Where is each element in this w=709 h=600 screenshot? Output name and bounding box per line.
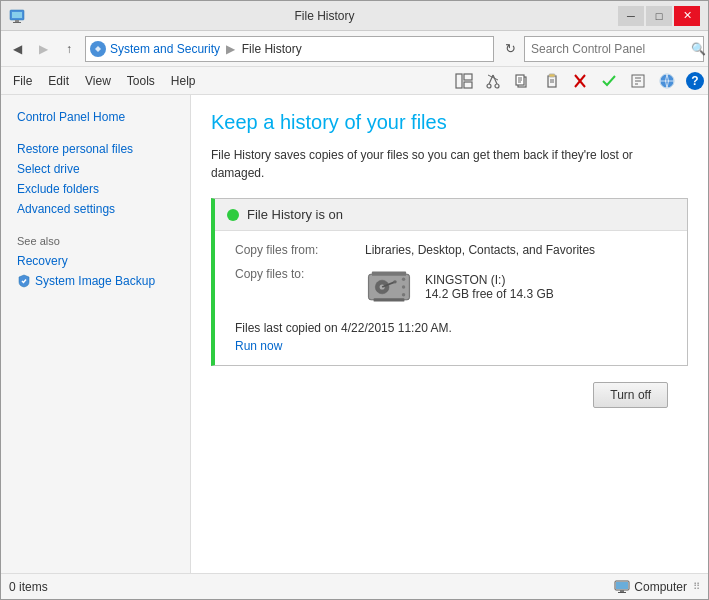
app-icon — [9, 8, 25, 24]
status-right: Computer ⠿ — [614, 580, 700, 594]
toolbar-delete-button[interactable] — [566, 69, 594, 93]
forward-button[interactable]: ▶ — [31, 37, 55, 61]
toolbar-internet-button[interactable] — [653, 69, 681, 93]
svg-point-40 — [402, 285, 405, 288]
breadcrumb-system-security[interactable]: System and Security — [110, 42, 220, 56]
svg-rect-38 — [374, 298, 405, 301]
status-header: File History is on — [215, 199, 687, 231]
drive-space: 14.2 GB free of 14.3 GB — [425, 287, 554, 301]
back-button[interactable]: ◀ — [5, 37, 29, 61]
action-area: Turn off — [211, 382, 688, 424]
up-button[interactable]: ↑ — [57, 37, 81, 61]
content-area: Control Panel Home Restore personal file… — [1, 95, 708, 573]
drive-name: KINGSTON (I:) — [425, 273, 554, 287]
svg-rect-6 — [464, 74, 472, 80]
copy-from-label: Copy files from: — [235, 243, 365, 257]
svg-rect-44 — [620, 590, 624, 592]
status-body: Copy files from: Libraries, Desktop, Con… — [215, 231, 687, 365]
window-title: File History — [31, 9, 618, 23]
sidebar-item-system-image-backup[interactable]: System Image Backup — [1, 271, 190, 291]
main-content: Keep a history of your files File Histor… — [191, 95, 708, 573]
menu-file[interactable]: File — [5, 70, 40, 92]
menu-view[interactable]: View — [77, 70, 119, 92]
last-copied-text: Files last copied on 4/22/2015 11:20 AM. — [235, 321, 667, 335]
menu-edit[interactable]: Edit — [40, 70, 77, 92]
svg-point-39 — [402, 278, 405, 281]
hard-drive-icon — [365, 267, 413, 307]
see-also-label: See also — [1, 219, 190, 251]
svg-rect-5 — [456, 74, 462, 88]
address-icon — [90, 41, 106, 57]
resize-handle: ⠿ — [693, 581, 700, 592]
svg-rect-7 — [464, 82, 472, 88]
svg-rect-19 — [549, 74, 555, 77]
toolbar-paste-button[interactable] — [537, 69, 565, 93]
toolbar-properties-button[interactable] — [624, 69, 652, 93]
svg-rect-43 — [616, 582, 628, 589]
svg-point-41 — [402, 293, 405, 296]
computer-text: Computer — [634, 580, 687, 594]
run-now-link[interactable]: Run now — [235, 339, 282, 353]
system-image-backup-label: System Image Backup — [35, 274, 155, 288]
search-input[interactable] — [525, 42, 687, 56]
svg-rect-1 — [12, 12, 22, 18]
menu-bar: File Edit View Tools Help — [1, 67, 708, 95]
copy-to-label: Copy files to: — [235, 267, 365, 307]
status-bar: 0 items Computer ⠿ — [1, 573, 708, 599]
svg-rect-2 — [15, 20, 19, 22]
menu-help[interactable]: Help — [163, 70, 204, 92]
status-box: File History is on Copy files from: Libr… — [211, 198, 688, 366]
toolbar-cut-button[interactable] — [479, 69, 507, 93]
shield-icon — [17, 274, 31, 288]
sidebar-item-exclude-folders[interactable]: Exclude folders — [1, 179, 190, 199]
drive-icon — [365, 267, 413, 307]
page-title: Keep a history of your files — [211, 111, 688, 134]
drive-details: KINGSTON (I:) 14.2 GB free of 14.3 GB — [425, 273, 554, 301]
last-copied-section: Files last copied on 4/22/2015 11:20 AM.… — [235, 317, 667, 353]
turn-off-button[interactable]: Turn off — [593, 382, 668, 408]
breadcrumb-current: File History — [242, 42, 302, 56]
item-count: 0 items — [9, 580, 614, 594]
svg-rect-45 — [618, 592, 626, 593]
computer-icon — [614, 580, 630, 594]
window-controls: ─ □ ✕ — [618, 6, 700, 26]
copy-from-row: Copy files from: Libraries, Desktop, Con… — [235, 243, 667, 257]
close-button[interactable]: ✕ — [674, 6, 700, 26]
breadcrumb: System and Security ▶ File History — [110, 42, 302, 56]
copy-to-row: Copy files to: — [235, 267, 667, 307]
toolbar-checkmark-button[interactable] — [595, 69, 623, 93]
toolbar-layout-button[interactable] — [450, 69, 478, 93]
status-text: File History is on — [247, 207, 343, 222]
sidebar-item-select-drive[interactable]: Select drive — [1, 159, 190, 179]
minimize-button[interactable]: ─ — [618, 6, 644, 26]
sidebar-item-recovery[interactable]: Recovery — [1, 251, 190, 271]
toolbar-copy-button[interactable] — [508, 69, 536, 93]
svg-rect-33 — [372, 272, 406, 276]
address-bar[interactable]: System and Security ▶ File History — [85, 36, 494, 62]
copy-from-value: Libraries, Desktop, Contacts, and Favori… — [365, 243, 595, 257]
sidebar: Control Panel Home Restore personal file… — [1, 95, 191, 573]
svg-point-8 — [487, 84, 491, 88]
help-button[interactable]: ? — [686, 72, 704, 90]
description: File History saves copies of your files … — [211, 146, 688, 182]
drive-info: KINGSTON (I:) 14.2 GB free of 14.3 GB — [365, 267, 554, 307]
svg-point-9 — [495, 84, 499, 88]
sidebar-item-restore-personal-files[interactable]: Restore personal files — [1, 139, 190, 159]
sidebar-item-control-panel-home[interactable]: Control Panel Home — [1, 107, 190, 127]
sidebar-item-advanced-settings[interactable]: Advanced settings — [1, 199, 190, 219]
status-indicator — [227, 209, 239, 221]
svg-rect-3 — [13, 22, 21, 23]
svg-point-37 — [393, 280, 396, 283]
navigation-bar: ◀ ▶ ↑ System and Security ▶ File History… — [1, 31, 708, 67]
search-box[interactable]: 🔍 — [524, 36, 704, 62]
maximize-button[interactable]: □ — [646, 6, 672, 26]
search-icon: 🔍 — [687, 42, 709, 56]
computer-label: Computer — [614, 580, 687, 594]
refresh-button[interactable]: ↻ — [498, 37, 522, 61]
title-bar: File History ─ □ ✕ — [1, 1, 708, 31]
toolbar-icons: ? — [450, 69, 704, 93]
menu-tools[interactable]: Tools — [119, 70, 163, 92]
